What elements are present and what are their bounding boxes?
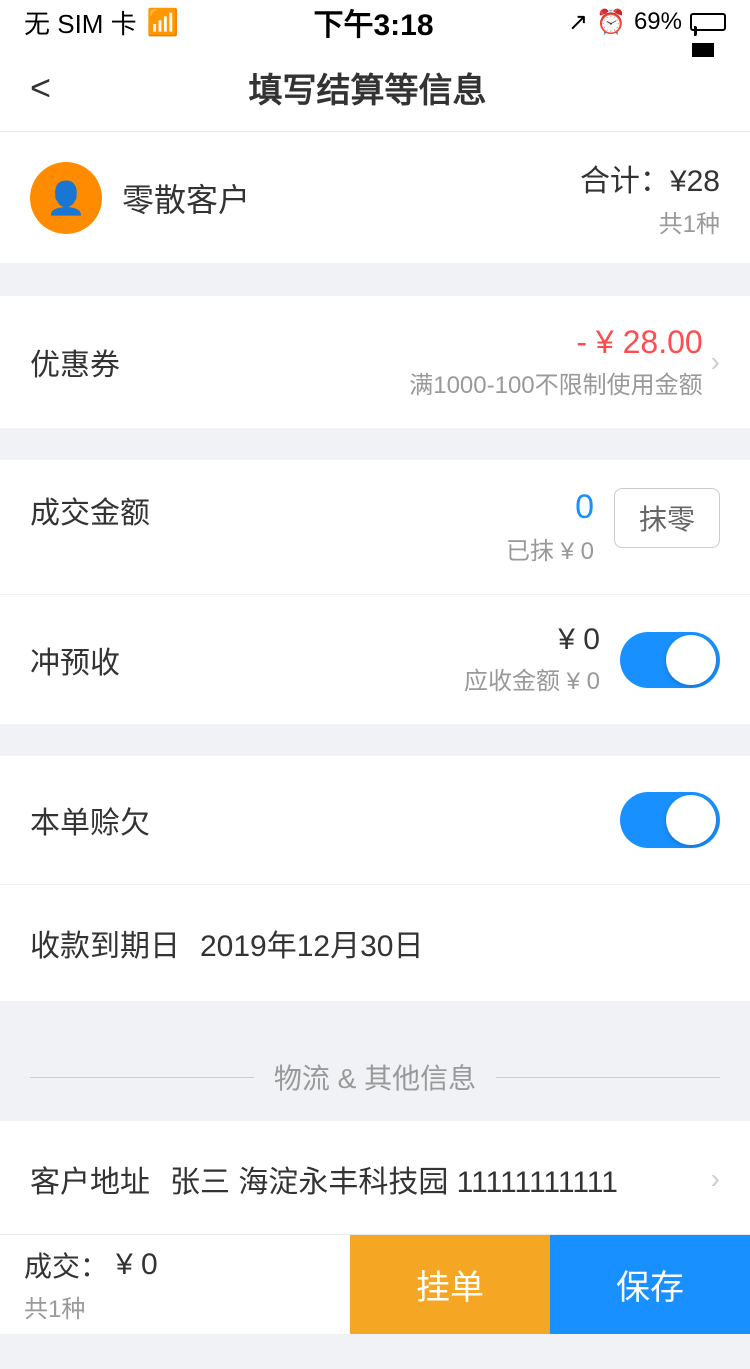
prepay-row: 冲预收 ¥ 0 应收金额 ¥ 0 [0,594,750,724]
bottom-deal: 成交： ¥ 0 [24,1245,326,1285]
due-date-row: 收款到期日 2019年12月30日 [0,884,750,1001]
logistics-line-right [496,1077,720,1078]
deal-amount-label: 成交金额 [30,488,150,532]
address-chevron-icon: › [711,1163,720,1195]
back-button[interactable]: < [30,67,51,109]
customer-row: 👤 零散客户 合计：¥28 共1种 [0,132,750,264]
divider-4 [0,1017,750,1033]
save-button[interactable]: 保存 [550,1235,750,1334]
prepay-amount: ¥ 0 [464,623,600,657]
nav-bar: < 填写结算等信息 [0,44,750,132]
address-section[interactable]: 客户地址 张三 海淀永丰科技园 11111111111 › [0,1121,750,1237]
coupon-right: - ¥ 28.00 满1000-100不限制使用金额 [409,324,702,400]
divider-2 [0,444,750,460]
divider-1 [0,280,750,296]
customer-left: 👤 零散客户 [30,162,250,234]
customer-avatar: 👤 [30,162,102,234]
carrier-text: 无 SIM 卡 [24,4,137,41]
deal-right: 0 已抹 ¥ 0 抹零 [506,488,720,566]
customer-name: 零散客户 [122,175,250,221]
coupon-section[interactable]: 优惠券 - ¥ 28.00 满1000-100不限制使用金额 › [0,296,750,428]
due-date-label: 收款到期日 [30,921,180,965]
bottom-deal-label: 成交： [24,1245,108,1285]
bottom-count: 共1种 [24,1289,326,1324]
prepay-right: ¥ 0 应收金额 ¥ 0 [464,623,720,696]
status-time: 下午3:18 [313,0,433,44]
debt-row: 本单赊欠 [0,756,750,884]
prepay-label: 冲预收 [30,638,120,682]
coupon-chevron-icon: › [711,346,720,378]
customer-count: 共1种 [580,204,720,239]
address-label: 客户地址 [30,1157,150,1201]
battery-text: 69% [634,8,682,36]
status-left: 无 SIM 卡 📶 [24,4,179,41]
bottom-deal-value: ¥ 0 [116,1248,158,1282]
alarm-icon: ⏰ [596,8,626,37]
debt-toggle[interactable] [620,792,720,848]
prepay-receivable: 应收金额 ¥ 0 [464,661,600,696]
logistics-title: 物流 & 其他信息 [274,1057,476,1097]
logistics-header: 物流 & 其他信息 [0,1033,750,1121]
coupon-desc: 满1000-100不限制使用金额 [409,365,702,400]
customer-total: 合计：¥28 [580,156,720,200]
bottom-bar: 成交： ¥ 0 共1种 挂单 保存 [0,1234,750,1334]
hold-button[interactable]: 挂单 [350,1235,550,1334]
logistics-line-left [30,1077,254,1078]
deal-amount-row: 成交金额 0 已抹 ¥ 0 抹零 [0,460,750,594]
address-value: 张三 海淀永丰科技园 11111111111 [170,1157,703,1201]
avatar-icon: 👤 [46,179,86,217]
page-title: 填写结算等信息 [71,63,664,112]
deal-value[interactable]: 0 [506,488,594,527]
main-content: 👤 零散客户 合计：¥28 共1种 优惠券 - ¥ 28.00 满1000-10… [0,132,750,1369]
coupon-amount: - ¥ 28.00 [409,324,702,361]
debt-label: 本单赊欠 [30,798,150,842]
divider-3 [0,740,750,756]
prepay-values: ¥ 0 应收金额 ¥ 0 [464,623,600,696]
customer-section: 👤 零散客户 合计：¥28 共1种 [0,132,750,264]
due-date-value[interactable]: 2019年12月30日 [200,921,423,965]
status-bar: 无 SIM 卡 📶 下午3:18 ↗ ⏰ 69% [0,0,750,44]
prepay-toggle[interactable] [620,632,720,688]
coupon-right-wrap: - ¥ 28.00 满1000-100不限制使用金额 › [409,324,720,400]
address-row[interactable]: 客户地址 张三 海淀永丰科技园 11111111111 › [0,1121,750,1237]
wifi-icon: 📶 [147,7,179,38]
deal-value-wrap: 0 已抹 ¥ 0 [506,488,594,566]
location-icon: ↗ [568,8,588,37]
deal-section: 成交金额 0 已抹 ¥ 0 抹零 冲预收 ¥ 0 应收金额 ¥ 0 [0,460,750,724]
debt-section: 本单赊欠 收款到期日 2019年12月30日 [0,756,750,1001]
round-zero-button[interactable]: 抹零 [614,488,720,548]
bottom-info: 成交： ¥ 0 共1种 [0,1235,350,1334]
coupon-row[interactable]: 优惠券 - ¥ 28.00 满1000-100不限制使用金额 › [0,296,750,428]
debt-toggle-knob [666,795,716,845]
customer-right: 合计：¥28 共1种 [580,156,720,239]
status-right: ↗ ⏰ 69% [568,8,726,37]
deal-rounded: 已抹 ¥ 0 [506,531,594,566]
toggle-knob [666,635,716,685]
battery-icon [690,13,726,31]
coupon-label: 优惠券 [30,340,120,384]
